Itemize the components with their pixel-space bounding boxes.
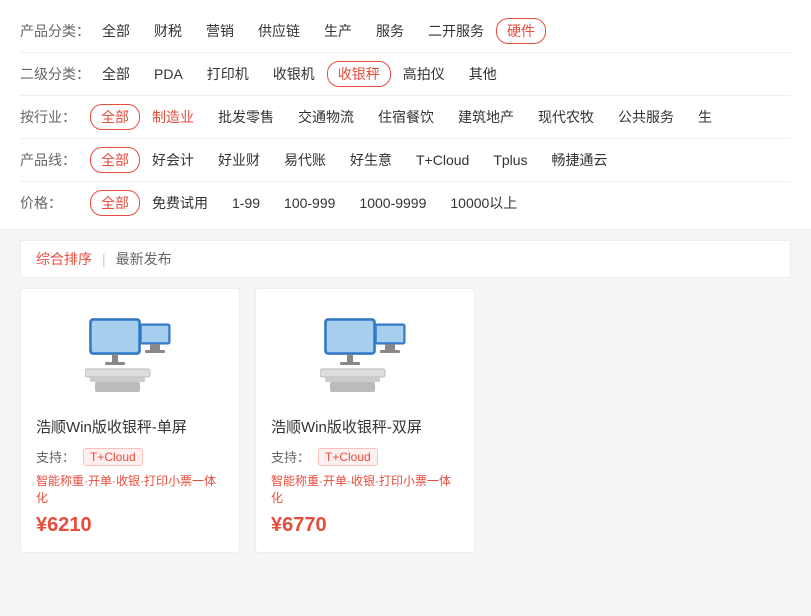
filter-row-price: 价格： 全部 免费试用 1-99 100-999 1000-9999 10000… <box>20 182 791 224</box>
product-support-1: 支持： T+Cloud <box>36 447 224 466</box>
filter-pl-haoyecai[interactable]: 好业财 <box>206 147 272 173</box>
filter-ind-all[interactable]: 全部 <box>90 104 140 130</box>
filter-pl-changjietong[interactable]: 畅捷通云 <box>540 147 620 173</box>
filter-label-productline: 产品线： <box>20 150 90 170</box>
product-title-2: 浩顺Win版收银秤-双屏 <box>271 416 459 437</box>
filter-label-categories: 产品分类： <box>20 21 90 41</box>
filter-cat-caishui[interactable]: 财税 <box>142 18 194 44</box>
filter-pl-tcloud[interactable]: T+Cloud <box>404 149 481 171</box>
product-desc-2: 智能称重·开单·收银·打印小票一体化 <box>271 472 459 506</box>
filter-sub-gaopaiyi[interactable]: 高拍仪 <box>391 61 457 87</box>
product-image-area-1 <box>36 304 224 404</box>
filter-cat-erkaifuwu[interactable]: 二开服务 <box>416 18 496 44</box>
support-badge-2: T+Cloud <box>318 448 378 466</box>
filter-pl-haoshengyi[interactable]: 好生意 <box>338 147 404 173</box>
product-support-2: 支持： T+Cloud <box>271 447 459 466</box>
filter-price-1-99[interactable]: 1-99 <box>220 192 272 214</box>
support-badge-1: T+Cloud <box>83 448 143 466</box>
sort-active[interactable]: 综合排序 <box>36 249 92 269</box>
filter-ind-jiaotong[interactable]: 交通物流 <box>286 104 366 130</box>
filter-section: 产品分类： 全部 财税 营销 供应链 生产 服务 二开服务 硬件 二级分类： 全… <box>0 0 811 230</box>
product-image-1 <box>85 314 175 394</box>
filter-price-free[interactable]: 免费试用 <box>140 190 220 216</box>
filter-cat-fuwu[interactable]: 服务 <box>364 18 416 44</box>
sort-divider: | <box>102 251 106 267</box>
filter-cat-yingjian[interactable]: 硬件 <box>496 18 546 44</box>
filter-row-industry: 按行业： 全部 制造业 批发零售 交通物流 住宿餐饮 建筑地产 现代农牧 公共服… <box>20 96 791 139</box>
product-price-1: ¥6210 <box>36 514 224 537</box>
filter-ind-gonggong[interactable]: 公共服务 <box>606 104 686 130</box>
filter-label-subcategories: 二级分类： <box>20 64 90 84</box>
filter-cat-shengchan[interactable]: 生产 <box>312 18 364 44</box>
product-title-1: 浩顺Win版收银秤-单屏 <box>36 416 224 437</box>
product-price-2: ¥6770 <box>271 514 459 537</box>
products-area: 浩顺Win版收银秤-单屏 支持： T+Cloud 智能称重·开单·收银·打印小票… <box>0 288 811 573</box>
filter-ind-pifahelingshow[interactable]: 批发零售 <box>206 104 286 130</box>
filter-sub-shoyinji[interactable]: 收银机 <box>261 61 327 87</box>
filter-items-price: 全部 免费试用 1-99 100-999 1000-9999 10000以上 <box>90 190 529 216</box>
sort-bar: 综合排序 | 最新发布 <box>20 240 791 278</box>
filter-cat-gongyinglian[interactable]: 供应链 <box>246 18 312 44</box>
filter-cat-yingxiao[interactable]: 营销 <box>194 18 246 44</box>
filter-items-industry: 全部 制造业 批发零售 交通物流 住宿餐饮 建筑地产 现代农牧 公共服务 生 <box>90 104 724 130</box>
filter-ind-zhizaoye[interactable]: 制造业 <box>140 104 206 130</box>
product-image-area-2 <box>271 304 459 404</box>
product-card-1[interactable]: 浩顺Win版收银秤-单屏 支持： T+Cloud 智能称重·开单·收银·打印小票… <box>20 288 240 553</box>
filter-ind-zhusucanting[interactable]: 住宿餐饮 <box>366 104 446 130</box>
sort-inactive[interactable]: 最新发布 <box>116 249 172 269</box>
filter-ind-sheng[interactable]: 生 <box>686 104 724 130</box>
product-desc-1: 智能称重·开单·收银·打印小票一体化 <box>36 472 224 506</box>
filter-cat-all[interactable]: 全部 <box>90 18 142 44</box>
filter-items-categories: 全部 财税 营销 供应链 生产 服务 二开服务 硬件 <box>90 18 546 44</box>
filter-ind-xiandai[interactable]: 现代农牧 <box>526 104 606 130</box>
filter-row-categories: 产品分类： 全部 财税 营销 供应链 生产 服务 二开服务 硬件 <box>20 10 791 53</box>
filter-row-productline: 产品线： 全部 好会计 好业财 易代账 好生意 T+Cloud Tplus 畅捷… <box>20 139 791 182</box>
filter-pl-yidaizhang[interactable]: 易代账 <box>272 147 338 173</box>
filter-items-subcategories: 全部 PDA 打印机 收银机 收银秤 高拍仪 其他 <box>90 61 509 87</box>
filter-ind-jianzhu[interactable]: 建筑地产 <box>446 104 526 130</box>
filter-pl-all[interactable]: 全部 <box>90 147 140 173</box>
filter-price-1000-9999[interactable]: 1000-9999 <box>347 192 438 214</box>
filter-row-subcategories: 二级分类： 全部 PDA 打印机 收银机 收银秤 高拍仪 其他 <box>20 53 791 96</box>
filter-pl-tplus[interactable]: Tplus <box>481 149 539 171</box>
filter-sub-dayinji[interactable]: 打印机 <box>195 61 261 87</box>
filter-price-10000plus[interactable]: 10000以上 <box>438 190 529 216</box>
filter-sub-pda[interactable]: PDA <box>142 63 195 85</box>
filter-price-all[interactable]: 全部 <box>90 190 140 216</box>
filter-sub-qita[interactable]: 其他 <box>457 61 509 87</box>
support-label-1: 支持： <box>36 447 75 466</box>
filter-label-price: 价格： <box>20 193 90 213</box>
filter-pl-haokuaiji[interactable]: 好会计 <box>140 147 206 173</box>
filter-items-productline: 全部 好会计 好业财 易代账 好生意 T+Cloud Tplus 畅捷通云 <box>90 147 620 173</box>
product-card-2[interactable]: 浩顺Win版收银秤-双屏 支持： T+Cloud 智能称重·开单·收银·打印小票… <box>255 288 475 553</box>
filter-sub-all[interactable]: 全部 <box>90 61 142 87</box>
filter-label-industry: 按行业： <box>20 107 90 127</box>
filter-sub-shouyincheng[interactable]: 收银秤 <box>327 61 391 87</box>
support-label-2: 支持： <box>271 447 310 466</box>
product-image-2 <box>320 314 410 394</box>
filter-price-100-999[interactable]: 100-999 <box>272 192 347 214</box>
